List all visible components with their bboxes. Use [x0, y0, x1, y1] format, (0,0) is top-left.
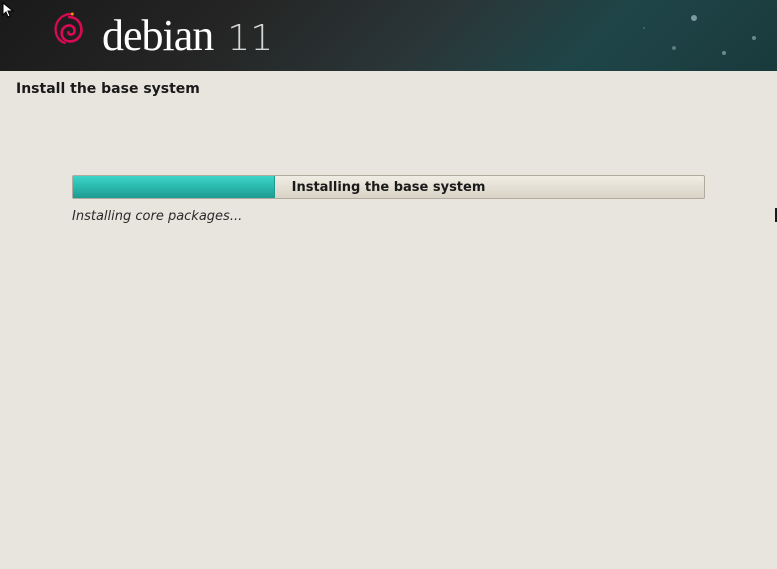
brand-version: 11	[227, 18, 273, 59]
installer-header: debian 11	[0, 0, 777, 71]
page-title: Install the base system	[0, 71, 777, 107]
status-text: Installing core packages...	[72, 209, 705, 224]
debian-swirl-icon	[48, 11, 86, 59]
brand-name: debian	[102, 10, 213, 61]
mouse-cursor-icon	[2, 2, 16, 20]
brand-container: debian 11	[102, 10, 273, 61]
progress-label: Installing the base system	[73, 176, 704, 198]
main-content: Installing the base system Installing co…	[0, 107, 777, 224]
progress-bar: Installing the base system	[72, 175, 705, 199]
